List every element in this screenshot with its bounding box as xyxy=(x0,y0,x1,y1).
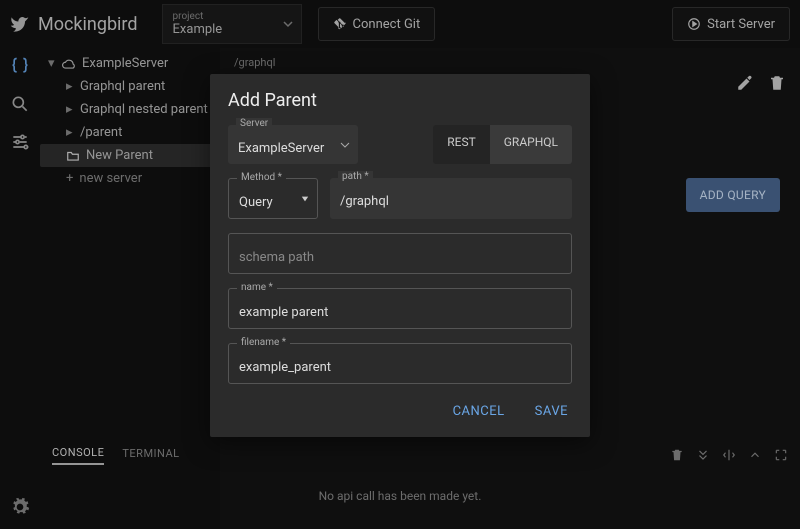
filename-field[interactable]: filename * example_parent xyxy=(228,343,572,384)
save-button[interactable]: SAVE xyxy=(531,398,572,425)
chevron-down-icon xyxy=(340,140,350,150)
method-select[interactable]: Method * Query xyxy=(228,178,318,219)
method-label: Method * xyxy=(237,172,286,183)
segment-graphql[interactable]: GRAPHQL xyxy=(490,125,572,164)
name-value: example parent xyxy=(239,305,328,320)
server-label: Server xyxy=(236,118,272,129)
api-type-segment: REST GRAPHQL xyxy=(433,125,572,164)
cancel-button[interactable]: CANCEL xyxy=(449,398,509,425)
modal-title: Add Parent xyxy=(228,90,572,111)
path-field[interactable]: path * /graphql xyxy=(330,178,572,219)
schema-path-field[interactable]: schema path xyxy=(228,233,572,274)
path-label: path * xyxy=(338,171,373,182)
segment-rest[interactable]: REST xyxy=(433,125,490,164)
add-parent-modal: Add Parent Server ExampleServer REST GRA… xyxy=(210,74,590,437)
path-value: /graphql xyxy=(340,194,389,209)
name-label: name * xyxy=(237,282,277,293)
schema-placeholder: schema path xyxy=(239,250,314,265)
server-select[interactable]: Server ExampleServer xyxy=(228,125,358,164)
triangle-down-icon xyxy=(301,195,309,203)
server-value: ExampleServer xyxy=(238,141,324,156)
filename-value: example_parent xyxy=(239,360,331,375)
name-field[interactable]: name * example parent xyxy=(228,288,572,329)
method-value: Query xyxy=(239,195,273,210)
filename-label: filename * xyxy=(237,337,290,348)
